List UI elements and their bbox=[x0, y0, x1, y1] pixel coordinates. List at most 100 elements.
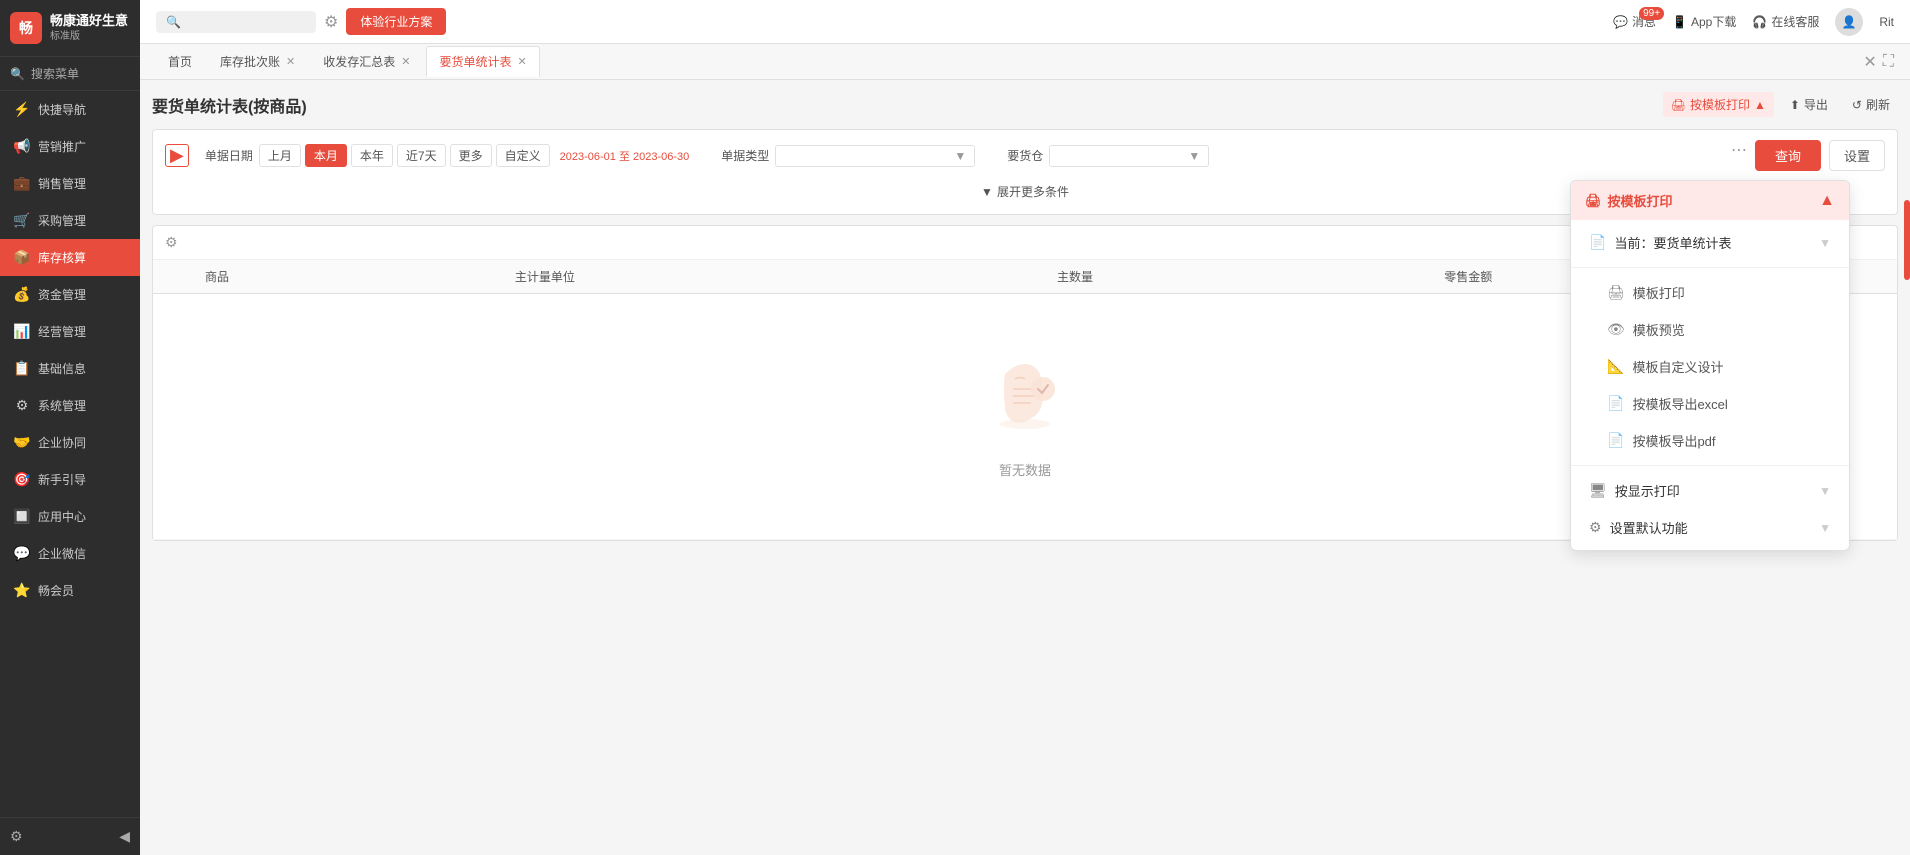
app-download-button[interactable]: 📱 App下载 bbox=[1672, 13, 1736, 30]
avatar[interactable]: 👤 bbox=[1835, 8, 1863, 36]
yaohuo-select[interactable]: ▼ bbox=[1049, 145, 1209, 167]
nav-label-xinshou: 新手引导 bbox=[38, 471, 86, 488]
print-dropdown-panel: 🖨 按模板打印 ▲ 📄 当前：要货单统计表 ▼ 🖨 bbox=[1570, 180, 1850, 551]
nav-label-qiye: 企业协同 bbox=[38, 434, 86, 451]
nav-label-zijin: 资金管理 bbox=[38, 286, 86, 303]
tab-shoufashui[interactable]: 收发存汇总表 ✕ bbox=[311, 47, 422, 76]
export-icon: ⬆ bbox=[1790, 98, 1800, 112]
dropdown-item-export-excel[interactable]: 📄 按模板导出excel bbox=[1571, 385, 1849, 422]
sidebar-item-xinshou[interactable]: 🎯 新手引导 bbox=[0, 461, 140, 498]
tab-kucun-pizhang[interactable]: 库存批次账 ✕ bbox=[208, 47, 307, 76]
sound-icon[interactable]: ◀ bbox=[119, 828, 130, 845]
main-area: 🔍 ⚙ 体验行业方案 💬 消息 99+ 📱 App下载 🎧 在线客服 👤 Rit bbox=[140, 0, 1910, 855]
nav-label-xitong: 系统管理 bbox=[38, 397, 86, 414]
dropdown-item-template-design[interactable]: 📐 模板自定义设计 bbox=[1571, 348, 1849, 385]
filter-expand-icon[interactable]: ▶ bbox=[165, 144, 189, 167]
tab-yaohuo-close[interactable]: ✕ bbox=[518, 55, 527, 68]
empty-icon bbox=[985, 354, 1065, 448]
tabs-close-icon[interactable]: ✕ bbox=[1863, 52, 1876, 72]
sidebar-item-qiye[interactable]: 🤝 企业协同 bbox=[0, 424, 140, 461]
logo-icon: 畅 bbox=[10, 12, 42, 44]
type-select[interactable]: ▼ bbox=[775, 145, 975, 167]
dropdown-close-button[interactable]: ▲ bbox=[1819, 192, 1835, 210]
col-checkbox bbox=[153, 260, 193, 294]
nav-icon-qiyeweixin: 💬 bbox=[12, 545, 32, 562]
tab-shoufashui-close[interactable]: ✕ bbox=[401, 55, 410, 68]
nav-icon-huiyuan: ⭐ bbox=[12, 582, 32, 599]
sidebar-logo: 畅 畅康通好生意 标准版 bbox=[0, 0, 140, 57]
dropdown-item-export-pdf[interactable]: 📄 按模板导出pdf bbox=[1571, 422, 1849, 459]
trial-button[interactable]: 体验行业方案 bbox=[346, 8, 446, 35]
nav-icon-yingyong: 🔲 bbox=[12, 508, 32, 525]
topbar-gear-icon[interactable]: ⚙ bbox=[324, 12, 338, 32]
nav-icon-yingxiao: 📢 bbox=[12, 138, 32, 155]
yaohuo-select-arrow: ▼ bbox=[1188, 149, 1200, 163]
date-btn-more[interactable]: 更多 bbox=[450, 144, 492, 167]
item-default-func-icon: ⚙ bbox=[1589, 519, 1602, 536]
dropdown-section-display: 🖥 按显示打印 ▼ ⚙ 设置默认功能 ▼ bbox=[1571, 468, 1849, 550]
item-template-design-left: 📐 模板自定义设计 bbox=[1607, 357, 1723, 376]
date-btn-benyue[interactable]: 本月 bbox=[305, 144, 347, 167]
page-content: 要货单统计表(按商品) 🖨 按模板打印 ▲ ⬆ 导出 ↺ 刷新 bbox=[140, 80, 1910, 855]
nav-icon-jichu: 📋 bbox=[12, 360, 32, 377]
sidebar-item-jingying[interactable]: 📊 经营管理 bbox=[0, 313, 140, 350]
tab-home[interactable]: 首页 bbox=[156, 47, 204, 76]
tab-shoufashui-label: 收发存汇总表 bbox=[323, 53, 395, 70]
sidebar-item-huiyuan[interactable]: ⭐ 畅会员 bbox=[0, 572, 140, 609]
topbar-search-box[interactable]: 🔍 bbox=[156, 11, 316, 33]
sidebar-item-kucun[interactable]: 📦 库存核算 bbox=[0, 239, 140, 276]
dropdown-item-default-func[interactable]: ⚙ 设置默认功能 ▼ bbox=[1571, 509, 1849, 546]
tab-kucun-pizhang-close[interactable]: ✕ bbox=[286, 55, 295, 68]
dropdown-section-items: 🖨 模板打印 👁 模板预览 📐 模板自定义设计 bbox=[1571, 270, 1849, 463]
item-template-preview-label: 模板预览 bbox=[1633, 320, 1685, 339]
export-label: 导出 bbox=[1804, 96, 1828, 113]
date-btn-custom[interactable]: 自定义 bbox=[496, 144, 550, 167]
date-btn-7days[interactable]: 近7天 bbox=[397, 144, 446, 167]
tab-yaohuo[interactable]: 要货单统计表 ✕ bbox=[426, 46, 539, 77]
table-gear-icon[interactable]: ⚙ bbox=[165, 234, 178, 251]
sidebar-item-kuaijie[interactable]: ⚡ 快捷导航 bbox=[0, 91, 140, 128]
print-template-button[interactable]: 🖨 按模板打印 ▲ bbox=[1663, 92, 1774, 117]
messages-button[interactable]: 💬 消息 99+ bbox=[1613, 13, 1656, 30]
message-icon: 💬 bbox=[1613, 15, 1628, 29]
print-icon: 🖨 bbox=[1671, 98, 1686, 112]
nav-label-kucun: 库存核算 bbox=[38, 249, 86, 266]
refresh-button[interactable]: ↺ 刷新 bbox=[1844, 92, 1898, 117]
item-display-print-left: 🖥 按显示打印 bbox=[1589, 481, 1680, 500]
sidebar-item-yingyong[interactable]: 🔲 应用中心 bbox=[0, 498, 140, 535]
sidebar-item-xiaoshou[interactable]: 💼 销售管理 bbox=[0, 165, 140, 202]
scrollbar-thumb[interactable] bbox=[1904, 200, 1910, 280]
sidebar-item-zijin[interactable]: 💰 资金管理 bbox=[0, 276, 140, 313]
sidebar-item-caigou[interactable]: 🛒 采购管理 bbox=[0, 202, 140, 239]
nav-icon-xitong: ⚙ bbox=[12, 397, 32, 414]
export-button[interactable]: ⬆ 导出 bbox=[1782, 92, 1836, 117]
nav-label-xiaoshou: 销售管理 bbox=[38, 175, 86, 192]
dropdown-item-display-print[interactable]: 🖥 按显示打印 ▼ bbox=[1571, 472, 1849, 509]
item-display-print-label: 按显示打印 bbox=[1615, 481, 1680, 500]
sidebar-item-qiyeweixin[interactable]: 💬 企业微信 bbox=[0, 535, 140, 572]
dropdown-item-template-print[interactable]: 🖨 模板打印 bbox=[1571, 274, 1849, 311]
sidebar-item-jichu[interactable]: 📋 基础信息 bbox=[0, 350, 140, 387]
sidebar-item-xitong[interactable]: ⚙ 系统管理 bbox=[0, 387, 140, 424]
dropdown-header: 🖨 按模板打印 ▲ bbox=[1571, 181, 1849, 220]
date-range-display: 2023-06-01 至 2023-06-30 bbox=[560, 148, 690, 164]
page-title: 要货单统计表(按商品) bbox=[152, 93, 307, 117]
expand-more-label: 展开更多条件 bbox=[997, 183, 1069, 200]
tabs-expand-icon[interactable]: ⛶ bbox=[1883, 53, 1894, 71]
filter-yaohuo: 要货仓 ▼ bbox=[1007, 145, 1209, 167]
date-btn-bennian[interactable]: 本年 bbox=[351, 144, 393, 167]
sidebar-search[interactable]: 🔍 搜索菜单 bbox=[0, 57, 140, 91]
settings-button[interactable]: 设置 bbox=[1829, 140, 1885, 171]
filter-type: 单据类型 ▼ bbox=[721, 145, 975, 167]
service-icon: 🎧 bbox=[1752, 15, 1767, 29]
online-service-button[interactable]: 🎧 在线客服 bbox=[1752, 13, 1819, 30]
more-options-icon[interactable]: ⋯ bbox=[1731, 140, 1747, 171]
nav-label-huiyuan: 畅会员 bbox=[38, 582, 74, 599]
expand-more-icon: ▼ bbox=[981, 185, 993, 199]
sidebar-item-yingxiao[interactable]: 📢 营销推广 bbox=[0, 128, 140, 165]
settings-bottom-icon[interactable]: ⚙ bbox=[10, 828, 23, 845]
dropdown-current-item[interactable]: 📄 当前：要货单统计表 ▼ bbox=[1571, 224, 1849, 261]
date-btn-shangyu[interactable]: 上月 bbox=[259, 144, 301, 167]
dropdown-item-template-preview[interactable]: 👁 模板预览 bbox=[1571, 311, 1849, 348]
query-button[interactable]: 查询 bbox=[1755, 140, 1821, 171]
